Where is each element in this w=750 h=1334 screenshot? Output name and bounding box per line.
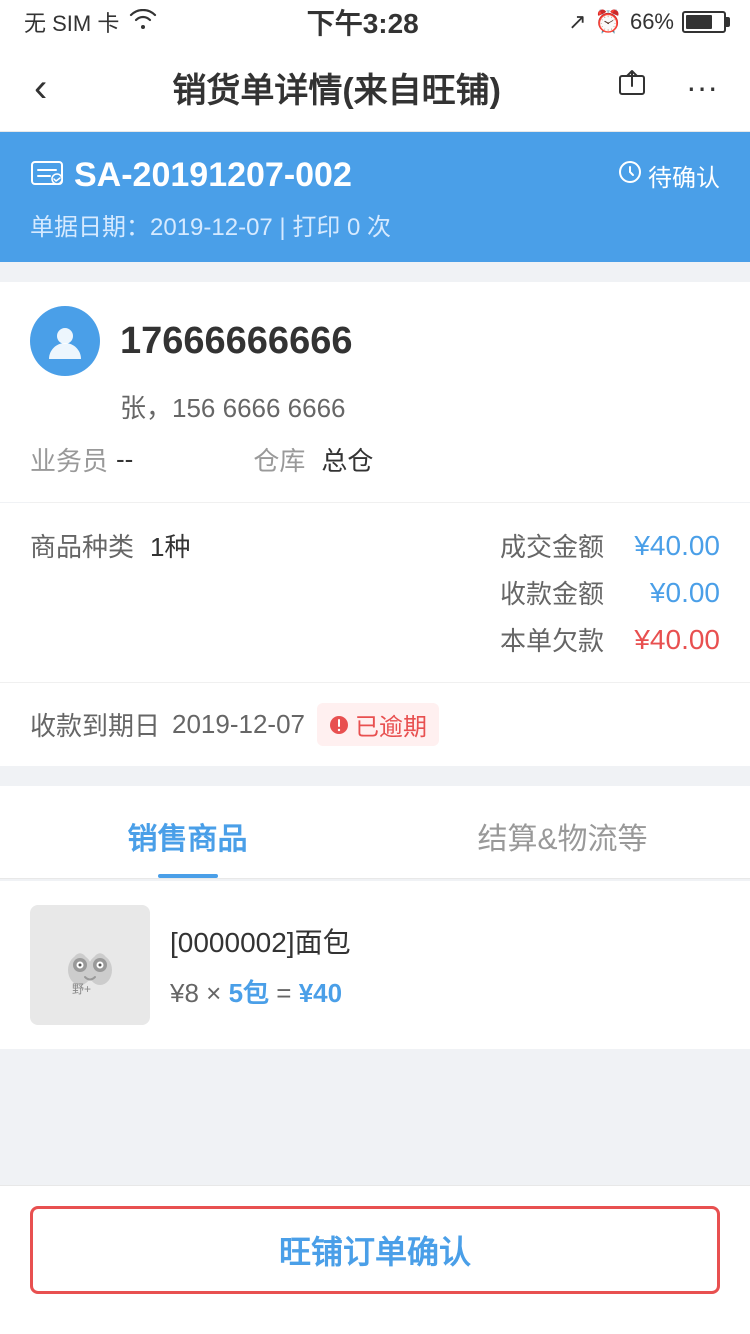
product-info: [0000002]面包 ¥8 × 5包 = ¥40 <box>170 921 720 1010</box>
amounts-left: 商品种类 1种 <box>30 527 500 570</box>
battery-icon <box>682 11 726 33</box>
confirm-button[interactable]: 旺铺订单确认 <box>30 1206 720 1294</box>
product-section: 野+ [0000002]面包 ¥8 × 5包 = ¥40 <box>0 881 750 1049</box>
order-id: SA-20191207-002 <box>30 156 352 195</box>
alarm-icon: ⏰ <box>595 9 622 35</box>
status-bar: 无 SIM 卡 下午3:28 ↗ ⏰ 66% <box>0 0 750 44</box>
equals-sign: = <box>276 978 298 1008</box>
avatar <box>30 306 100 376</box>
warehouse-label: 仓库 <box>253 441 305 478</box>
received-label: 收款金额 <box>500 574 604 611</box>
received-value: ¥0.00 <box>620 577 720 609</box>
product-item: 野+ [0000002]面包 ¥8 × 5包 = ¥40 <box>0 881 750 1049</box>
bottom-bar: 旺铺订单确认 <box>0 1185 750 1334</box>
clock-icon <box>618 160 642 191</box>
order-icon <box>30 156 64 195</box>
customer-extra: 业务员 -- 仓库 总仓 <box>30 441 720 478</box>
order-meta: 单据日期：2019-12-07 | 打印 0 次 <box>30 207 720 242</box>
svg-text:野+: 野+ <box>72 982 91 995</box>
location-icon: ↗ <box>568 9 586 35</box>
status-right: ↗ ⏰ 66% <box>568 9 726 35</box>
tabs-container: 销售商品 结算&物流等 <box>0 786 750 879</box>
owed-value: ¥40.00 <box>620 624 720 656</box>
order-status: 待确认 <box>618 158 720 193</box>
transaction-label: 成交金额 <box>500 527 604 564</box>
wifi-icon <box>129 9 157 35</box>
customer-section: 17666666666 张，156 6666 6666 业务员 -- 仓库 总仓 <box>0 282 750 502</box>
battery-percent: 66% <box>630 9 674 35</box>
nav-bar: ‹ 销货单详情(来自旺铺) ··· <box>0 44 750 132</box>
customer-phone: 17666666666 <box>120 320 352 363</box>
product-total: ¥40 <box>299 978 342 1008</box>
page-title: 销货单详情(来自旺铺) <box>67 63 606 112</box>
owed-label: 本单欠款 <box>500 621 604 658</box>
amounts-section: 商品种类 1种 成交金额 ¥40.00 收款金额 ¥0.00 本单欠款 ¥40.… <box>0 503 750 682</box>
status-left: 无 SIM 卡 <box>24 6 157 38</box>
tab-sales-products[interactable]: 销售商品 <box>0 786 375 878</box>
nav-actions: ··· <box>606 58 726 118</box>
share-button[interactable] <box>606 58 658 118</box>
status-time: 下午3:28 <box>307 2 419 42</box>
salesperson-value: -- <box>116 444 133 475</box>
due-date-section: 收款到期日 2019-12-07 已逾期 <box>0 682 750 766</box>
overdue-badge: 已逾期 <box>317 703 439 746</box>
carrier-label: 无 SIM 卡 <box>24 6 119 38</box>
order-header: SA-20191207-002 待确认 单据日期：2019-12-07 | 打印… <box>0 132 750 262</box>
back-button[interactable]: ‹ <box>24 58 57 118</box>
transaction-value: ¥40.00 <box>620 530 720 562</box>
amounts-right: 成交金额 ¥40.00 收款金额 ¥0.00 本单欠款 ¥40.00 <box>500 527 720 658</box>
product-name: [0000002]面包 <box>170 921 720 961</box>
overdue-text: 已逾期 <box>355 707 427 742</box>
customer-name: 张，156 6666 6666 <box>30 388 720 425</box>
salesperson-label: 业务员 <box>30 441 108 478</box>
product-thumbnail: 野+ <box>30 905 150 1025</box>
status-text: 待确认 <box>648 158 720 193</box>
product-types-label: 商品种类 <box>30 527 134 564</box>
due-date-label: 收款到期日 <box>30 706 160 743</box>
product-qty: 5包 <box>229 978 269 1008</box>
price-per-unit: ¥8 × <box>170 978 229 1008</box>
more-button[interactable]: ··· <box>678 61 726 114</box>
product-price: ¥8 × 5包 = ¥40 <box>170 973 720 1010</box>
product-types-value: 1种 <box>150 527 190 564</box>
warehouse-value: 总仓 <box>321 441 373 478</box>
tab-settlement-logistics[interactable]: 结算&物流等 <box>375 786 750 878</box>
due-date-value: 2019-12-07 <box>172 709 305 740</box>
